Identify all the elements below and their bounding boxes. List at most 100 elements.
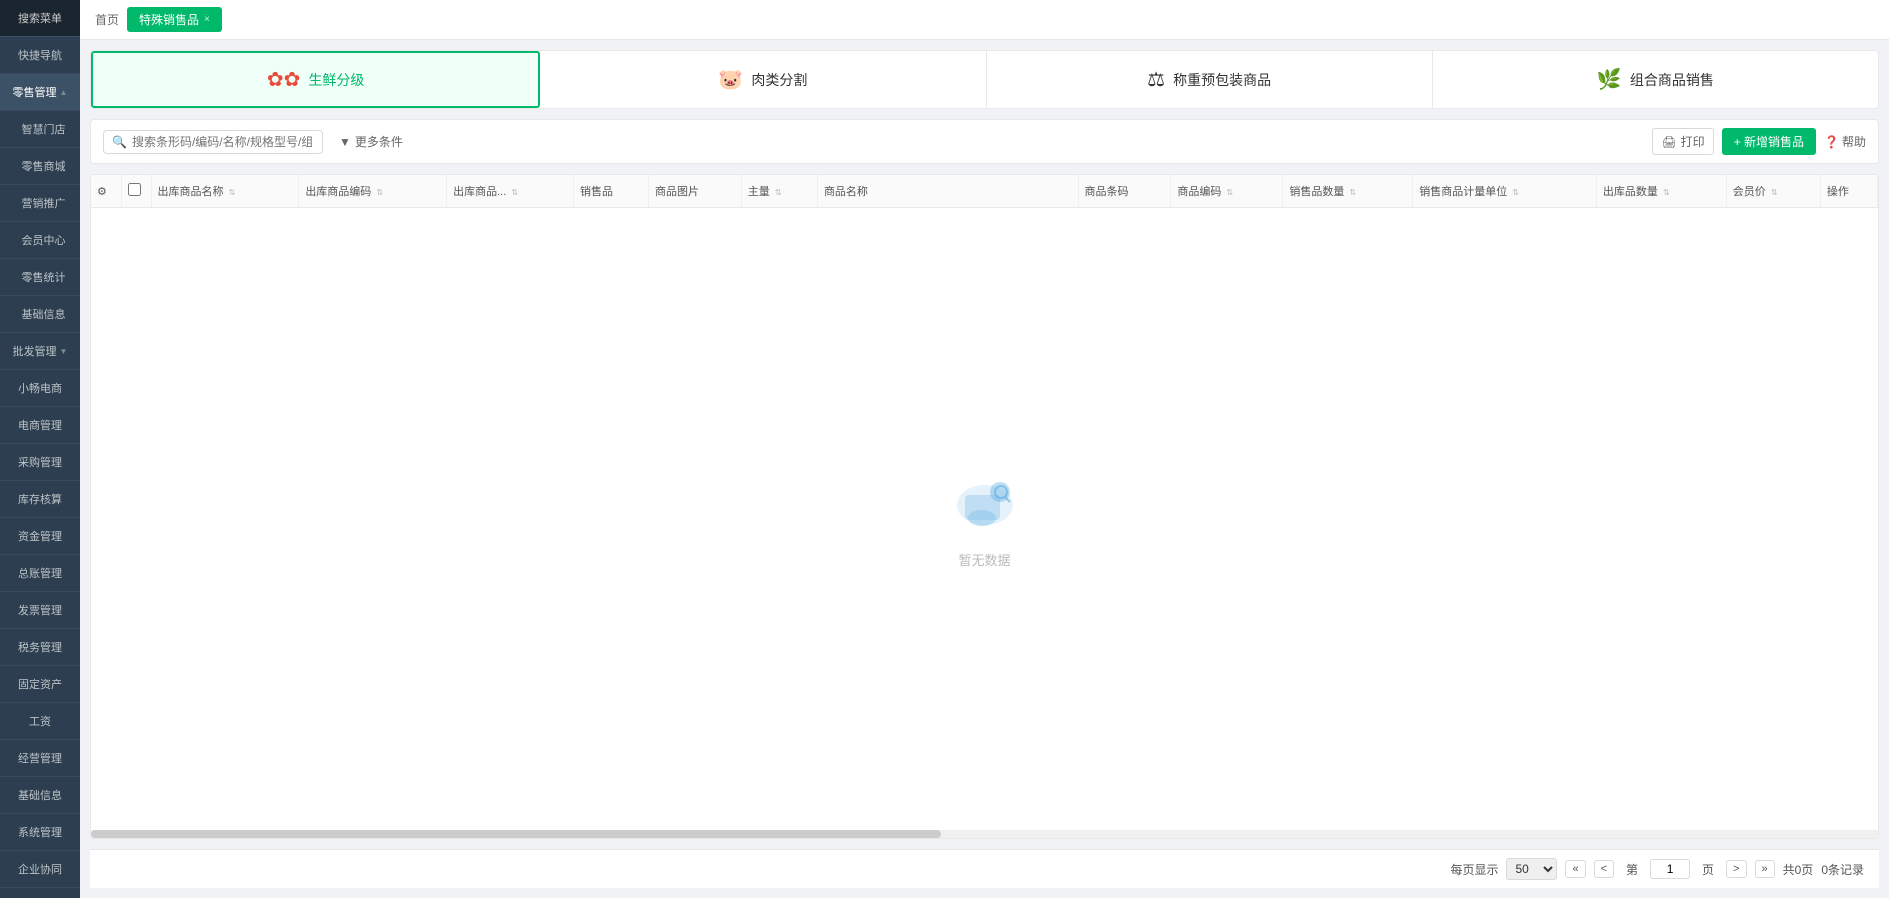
sidebar-item-basic-info[interactable]: 基础信息 (0, 296, 80, 333)
sidebar-item-tax-manage[interactable]: 税务管理 (0, 629, 80, 666)
sidebar-item-retail-mall[interactable]: 零售商城 (0, 148, 80, 185)
add-sale-btn[interactable]: + 新增销售品 (1722, 128, 1816, 155)
search-icon: 🔍 (112, 135, 127, 149)
empty-state: 暂无数据 (91, 208, 1878, 830)
sidebar-item-label: 智慧门店 (22, 121, 66, 137)
print-btn[interactable]: 🖨 打印 (1652, 128, 1713, 155)
filter-right: 🖨 打印 + 新增销售品 ❓ 帮助 (1652, 128, 1866, 155)
cat-tab-fresh-grade[interactable]: ✿✿ 生鲜分级 (91, 51, 540, 108)
search-input[interactable] (132, 135, 312, 149)
th-product-img: 商品图片 (648, 175, 741, 208)
sort-icon[interactable]: ⇅ (229, 188, 236, 197)
sort-icon[interactable]: ⇅ (775, 188, 782, 197)
sidebar-item-member-center[interactable]: 会员中心 (0, 222, 80, 259)
sidebar-item-label: 营销推广 (22, 195, 66, 211)
sidebar-item-retail-manage[interactable]: 零售管理 ▲ (0, 74, 80, 111)
cat-tab-combo-sales[interactable]: 🌿 组合商品销售 (1433, 51, 1878, 108)
more-conditions-btn[interactable]: ▼ 更多条件 (331, 129, 411, 154)
sidebar-item-label: 批发管理 (13, 343, 57, 359)
sidebar-item-inventory[interactable]: 库存核算 (0, 481, 80, 518)
sort-icon[interactable]: ⇅ (376, 188, 383, 197)
total-count: 0条记录 (1821, 861, 1864, 878)
select-all-checkbox[interactable] (128, 183, 141, 196)
sort-icon[interactable]: ⇅ (1771, 188, 1778, 197)
sidebar-logo[interactable]: 搜索菜单 (0, 0, 80, 37)
sidebar-item-label: 企业协同 (18, 861, 62, 877)
horizontal-scrollbar[interactable] (91, 830, 1878, 838)
sort-icon[interactable]: ⇅ (1226, 188, 1233, 197)
th-out-qty: 出库品数量 ⇅ (1596, 175, 1726, 208)
content-area: ✿✿ 生鲜分级 🐷 肉类分割 ⚖ 称重预包装商品 🌿 组合商品销售 🔍 (80, 40, 1889, 898)
th-checkbox[interactable] (121, 175, 151, 208)
cat-tab-weigh-pack[interactable]: ⚖ 称重预包装商品 (987, 51, 1433, 108)
first-page-btn[interactable]: « (1565, 860, 1585, 878)
scrollbar-thumb[interactable] (91, 830, 941, 838)
per-page-select[interactable]: 50 20 100 (1506, 858, 1557, 880)
weigh-pack-icon: ⚖ (1147, 67, 1165, 92)
help-btn[interactable]: ❓ 帮助 (1824, 133, 1866, 150)
total-pages: 共0页 (1783, 861, 1814, 878)
sidebar-item-retail-stats[interactable]: 零售统计 (0, 259, 80, 296)
cat-tab-label: 称重预包装商品 (1173, 70, 1271, 90)
sidebar-item-sales-promo[interactable]: 营销推广 (0, 185, 80, 222)
close-tab-icon[interactable]: × (204, 14, 210, 25)
sidebar-item-label: 基础信息 (22, 306, 66, 322)
combo-sales-icon: 🌿 (1597, 67, 1622, 92)
sidebar-item-basic-info2[interactable]: 基础信息 (0, 777, 80, 814)
data-table: ⚙ 出库商品名称 ⇅ 出库商品编码 ⇅ 出库商品... ⇅ (91, 175, 1878, 208)
sidebar-item-wholesale-manage[interactable]: 批发管理 ▼ (0, 333, 80, 370)
sort-icon[interactable]: ⇅ (511, 188, 518, 197)
filter-bar: 🔍 ▼ 更多条件 🖨 打印 + 新增销售品 ❓ 帮助 (90, 119, 1879, 164)
sidebar-item-corp-coop[interactable]: 企业协同 (0, 851, 80, 888)
th-settings[interactable]: ⚙ (91, 175, 121, 208)
th-barcode: 商品条码 (1078, 175, 1171, 208)
sidebar-item-label: 电商管理 (18, 417, 62, 433)
sort-icon[interactable]: ⇅ (1512, 188, 1519, 197)
filter-icon: ▼ (339, 135, 351, 149)
th-member-price: 会员价 ⇅ (1726, 175, 1820, 208)
sidebar-item-label: 会员中心 (22, 232, 66, 248)
sidebar-item-general-ledger[interactable]: 总账管理 (0, 555, 80, 592)
th-source-name: 出库商品名称 ⇅ (151, 175, 299, 208)
sidebar-item-label: 小畅电商 (18, 380, 62, 396)
sidebar-item-label: 快捷导航 (18, 47, 62, 63)
search-box[interactable]: 🔍 (103, 130, 323, 154)
th-action: 操作 (1820, 175, 1877, 208)
sidebar-item-quick-nav[interactable]: 快捷导航 (0, 37, 80, 74)
page-label: 页 (1702, 861, 1714, 878)
last-page-btn[interactable]: » (1755, 860, 1775, 878)
sidebar-item-label: 零售统计 (22, 269, 66, 285)
sidebar-item-ops-manage[interactable]: 经营管理 (0, 740, 80, 777)
sidebar-item-system-manage[interactable]: 系统管理 (0, 814, 80, 851)
sidebar-item-purchase-manage[interactable]: 采购管理 (0, 444, 80, 481)
sidebar-item-wages[interactable]: 工资 (0, 703, 80, 740)
page-input[interactable] (1650, 859, 1690, 879)
pagination-bar: 每页显示 50 20 100 « < 第 页 > » 共0页 0条记录 (90, 849, 1879, 888)
sidebar-item-mini-ecom[interactable]: 小畅电商 (0, 370, 80, 407)
sort-icon[interactable]: ⇅ (1349, 188, 1356, 197)
sidebar-item-label: 经营管理 (18, 750, 62, 766)
th-source-code: 出库商品编码 ⇅ (299, 175, 447, 208)
sidebar-item-ecom-manage[interactable]: 电商管理 (0, 407, 80, 444)
sidebar-item-smart-store[interactable]: 智慧门店 (0, 111, 80, 148)
page-label-pre: 第 (1626, 861, 1638, 878)
sidebar-item-invoice-manage[interactable]: 发票管理 (0, 592, 80, 629)
th-sale-unit: 销售商品计量单位 ⇅ (1413, 175, 1597, 208)
cat-tab-meat-cut[interactable]: 🐷 肉类分割 (540, 51, 986, 108)
sidebar-item-label: 零售商城 (22, 158, 66, 174)
sidebar-item-fixed-assets[interactable]: 固定资产 (0, 666, 80, 703)
print-label: 打印 (1681, 133, 1705, 150)
sidebar-item-label: 基础信息 (18, 787, 62, 803)
print-icon: 🖨 (1661, 135, 1676, 149)
th-sale-item: 销售品 (574, 175, 649, 208)
home-breadcrumb[interactable]: 首页 (95, 11, 119, 28)
sidebar-item-capital[interactable]: 资金管理 (0, 518, 80, 555)
sidebar-item-newbie-guide[interactable]: 新手引导 (0, 888, 80, 898)
cat-tab-label: 肉类分割 (751, 70, 807, 90)
sort-icon[interactable]: ⇅ (1663, 188, 1670, 197)
active-tab[interactable]: 特殊销售品 × (127, 7, 222, 32)
next-page-btn[interactable]: > (1726, 860, 1746, 878)
sidebar-item-label: 发票管理 (18, 602, 62, 618)
prev-page-btn[interactable]: < (1594, 860, 1614, 878)
sidebar: 搜索菜单 快捷导航 零售管理 ▲ 智慧门店 零售商城 营销推广 会员中心 零售统… (0, 0, 80, 898)
